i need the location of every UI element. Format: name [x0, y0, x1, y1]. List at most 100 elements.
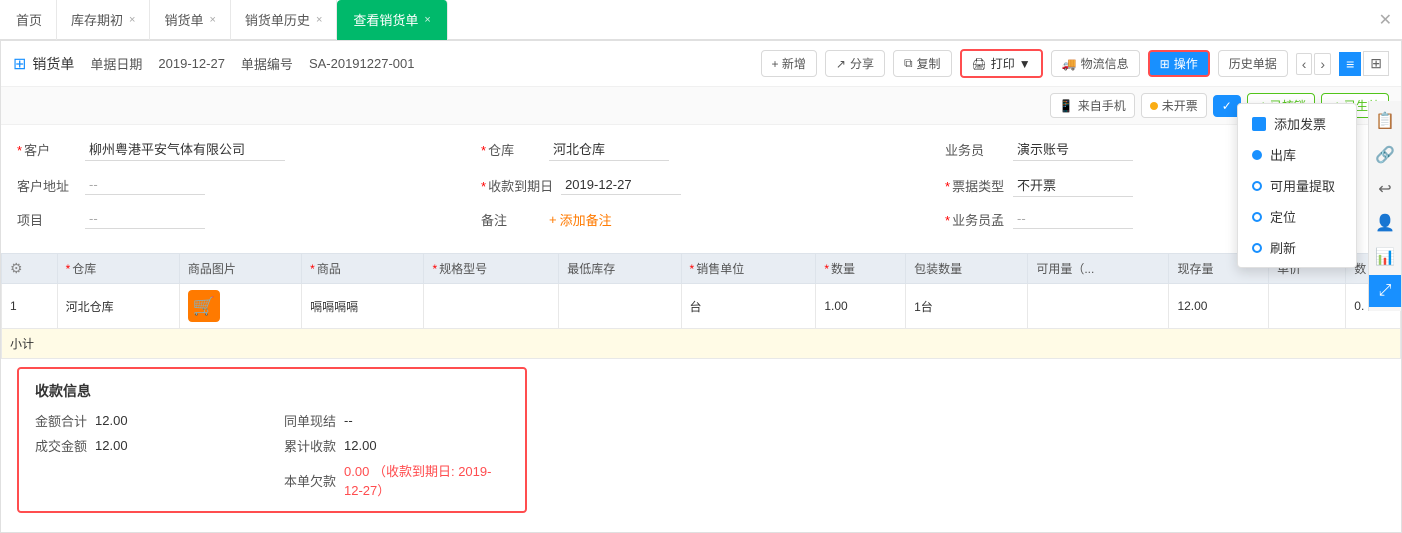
- operations-button[interactable]: ⊞ 操作: [1148, 50, 1210, 77]
- check-icon: ✓: [1222, 99, 1232, 113]
- sidebar-user-icon[interactable]: 👤: [1369, 207, 1401, 239]
- locate-item[interactable]: 定位: [1238, 201, 1356, 232]
- available-qty-icon: [1252, 181, 1262, 191]
- next-arrow[interactable]: ›: [1314, 53, 1331, 75]
- logistics-button[interactable]: 🚚 物流信息: [1051, 50, 1140, 77]
- sidebar-link-icon[interactable]: 🔗: [1369, 139, 1401, 171]
- same-order-item: 同单现结 --: [284, 411, 509, 430]
- payment-grid: 金额合计 12.00 同单现结 -- 成交金额 12.00 累计收款 12.00…: [35, 411, 509, 499]
- project-field: 项目 --: [17, 209, 457, 229]
- product-table: ⚙ 仓库 商品图片 商品 规格型号 最低库存 销售单位 数量 包装数量 可用量（…: [1, 253, 1401, 359]
- doc-type-icon: ⊞: [13, 54, 26, 74]
- address-field: 客户地址 --: [17, 175, 457, 195]
- payment-date-field: 收款到期日 2019-12-27: [481, 175, 921, 195]
- cell-stock: 12.00: [1169, 284, 1269, 329]
- cell-warehouse: 河北仓库: [57, 284, 179, 329]
- sidebar-chart-icon[interactable]: 📊: [1369, 241, 1401, 273]
- payment-date-label: 收款到期日: [481, 176, 553, 195]
- customer-value[interactable]: 柳州粤港平安气体有限公司: [85, 137, 285, 161]
- col-settings[interactable]: ⚙: [2, 254, 58, 284]
- form-row-3: 项目 -- 备注 + 添加备注 业务员孟 --: [17, 209, 1385, 229]
- phone-icon: 📱: [1059, 99, 1074, 113]
- doc-type-label: 销货单: [32, 54, 74, 74]
- not-open-button[interactable]: 未开票: [1141, 93, 1207, 118]
- available-qty-item[interactable]: 可用量提取: [1238, 170, 1356, 201]
- copy-button[interactable]: ⧉ 复制: [893, 50, 952, 77]
- payment-date-value[interactable]: 2019-12-27: [561, 175, 681, 195]
- add-invoice-item[interactable]: 添加发票: [1238, 108, 1356, 139]
- warehouse-field: 仓库 河北仓库: [481, 137, 921, 161]
- main-content: ⊞ 销货单 单据日期 2019-12-27 单据编号 SA-20191227-0…: [0, 40, 1402, 533]
- tab-bar: 首页 库存期初 × 销货单 × 销货单历史 × 查看销货单 × ✕: [0, 0, 1402, 40]
- col-available: 可用量（...: [1028, 254, 1169, 284]
- from-phone-button[interactable]: 📱 来自手机: [1050, 93, 1135, 118]
- refresh-item[interactable]: 刷新: [1238, 232, 1356, 263]
- tab-sales-order[interactable]: 销货单 ×: [150, 0, 230, 40]
- col-qty: 数量: [816, 254, 906, 284]
- status-toolbar: 📱 来自手机 未开票 ✓ ✓ 已核销 ✓ 已生效: [1, 87, 1401, 125]
- print-icon: 🖨: [972, 57, 987, 71]
- tab-close-history[interactable]: ×: [316, 14, 322, 26]
- current-arrears-value: 0.00 （收款到期日: 2019-12-27）: [344, 461, 509, 499]
- outbound-item[interactable]: 出库: [1238, 139, 1356, 170]
- col-image: 商品图片: [179, 254, 301, 284]
- print-button[interactable]: 🖨 打印 ▼: [960, 49, 1043, 78]
- address-value[interactable]: --: [85, 175, 205, 195]
- refresh-icon: [1252, 243, 1262, 253]
- current-arrears-item: 本单欠款 0.00 （收款到期日: 2019-12-27）: [284, 461, 509, 499]
- warehouse-value[interactable]: 河北仓库: [549, 137, 669, 161]
- doc-actions: + 新增 ↗ 分享 ⧉ 复制 🖨 打印 ▼ 🚚 物流信息: [761, 49, 1389, 78]
- same-order-value: --: [344, 413, 353, 428]
- tab-sales-history[interactable]: 销货单历史 ×: [231, 0, 337, 40]
- col-min-stock: 最低库存: [559, 254, 681, 284]
- project-value[interactable]: --: [85, 209, 205, 229]
- product-table-container: ⚙ 仓库 商品图片 商品 规格型号 最低库存 销售单位 数量 包装数量 可用量（…: [1, 253, 1401, 359]
- transaction-amount-value: 12.00: [95, 438, 128, 453]
- locate-icon: [1252, 212, 1262, 222]
- tab-inventory-init[interactable]: 库存期初 ×: [57, 0, 150, 40]
- payment-title: 收款信息: [35, 381, 509, 401]
- tab-close-inventory[interactable]: ×: [129, 14, 135, 26]
- sidebar-clipboard-icon[interactable]: 📋: [1369, 105, 1401, 137]
- share-icon: ↗: [836, 57, 846, 71]
- sidebar-return-icon[interactable]: ↩: [1369, 173, 1401, 205]
- cell-product: 嗝嗝嗝嗝: [302, 284, 424, 329]
- cell-pkg-qty: 1台: [906, 284, 1028, 329]
- new-button[interactable]: + 新增: [761, 50, 817, 77]
- tab-view-sales[interactable]: 查看销货单 ×: [337, 0, 447, 40]
- history-button[interactable]: 历史单据: [1218, 50, 1288, 77]
- right-sidebar: 📋 🔗 ↩ 👤 📊 ⤢: [1368, 101, 1401, 311]
- app-close-button[interactable]: ✕: [1379, 10, 1392, 30]
- doc-date-value: 2019-12-27: [158, 56, 225, 71]
- staff-value[interactable]: 演示账号: [1013, 137, 1133, 161]
- col-unit: 销售单位: [681, 254, 816, 284]
- view-grid-button[interactable]: ⊞: [1363, 51, 1389, 76]
- form-row-1: 客户 柳州粤港平安气体有限公司 仓库 河北仓库 业务员 演示账号: [17, 137, 1385, 161]
- sales-staff-value[interactable]: --: [1013, 209, 1133, 229]
- ticket-type-value[interactable]: 不开票: [1013, 173, 1133, 197]
- subtotal-label: 小计: [2, 329, 1401, 359]
- form-area: 客户 柳州粤港平安气体有限公司 仓库 河北仓库 业务员 演示账号 客户地址 --: [1, 125, 1401, 253]
- current-arrears-label: 本单欠款: [284, 471, 336, 490]
- tab-close-view[interactable]: ×: [424, 14, 430, 26]
- add-note-button[interactable]: + 添加备注: [549, 210, 612, 229]
- cumulative-receipt-item: 累计收款 12.00: [284, 436, 509, 455]
- share-button[interactable]: ↗ 分享: [825, 50, 885, 77]
- product-image: 🛒: [188, 290, 220, 322]
- document-header: ⊞ 销货单 单据日期 2019-12-27 单据编号 SA-20191227-0…: [1, 41, 1401, 87]
- sidebar-expand-icon[interactable]: ⤢: [1369, 275, 1401, 307]
- tab-home[interactable]: 首页: [8, 0, 57, 40]
- col-pkg-qty: 包装数量: [906, 254, 1028, 284]
- truck-icon: 🚚: [1062, 57, 1077, 71]
- payment-info-box: 收款信息 金额合计 12.00 同单现结 -- 成交金额 12.00 累计收款 …: [17, 367, 527, 513]
- tab-close-sales[interactable]: ×: [209, 14, 215, 26]
- cell-seq: 1: [2, 284, 58, 329]
- view-list-button[interactable]: ≡: [1339, 52, 1361, 76]
- col-spec: 规格型号: [424, 254, 559, 284]
- prev-arrow[interactable]: ‹: [1296, 53, 1313, 75]
- dropdown-arrow-icon: ▼: [1019, 57, 1031, 71]
- plus-icon: +: [549, 212, 557, 227]
- doc-date-label: 单据日期: [90, 54, 142, 73]
- transaction-amount-item: 成交金额 12.00: [35, 436, 260, 455]
- status-dot-yellow: [1150, 102, 1158, 110]
